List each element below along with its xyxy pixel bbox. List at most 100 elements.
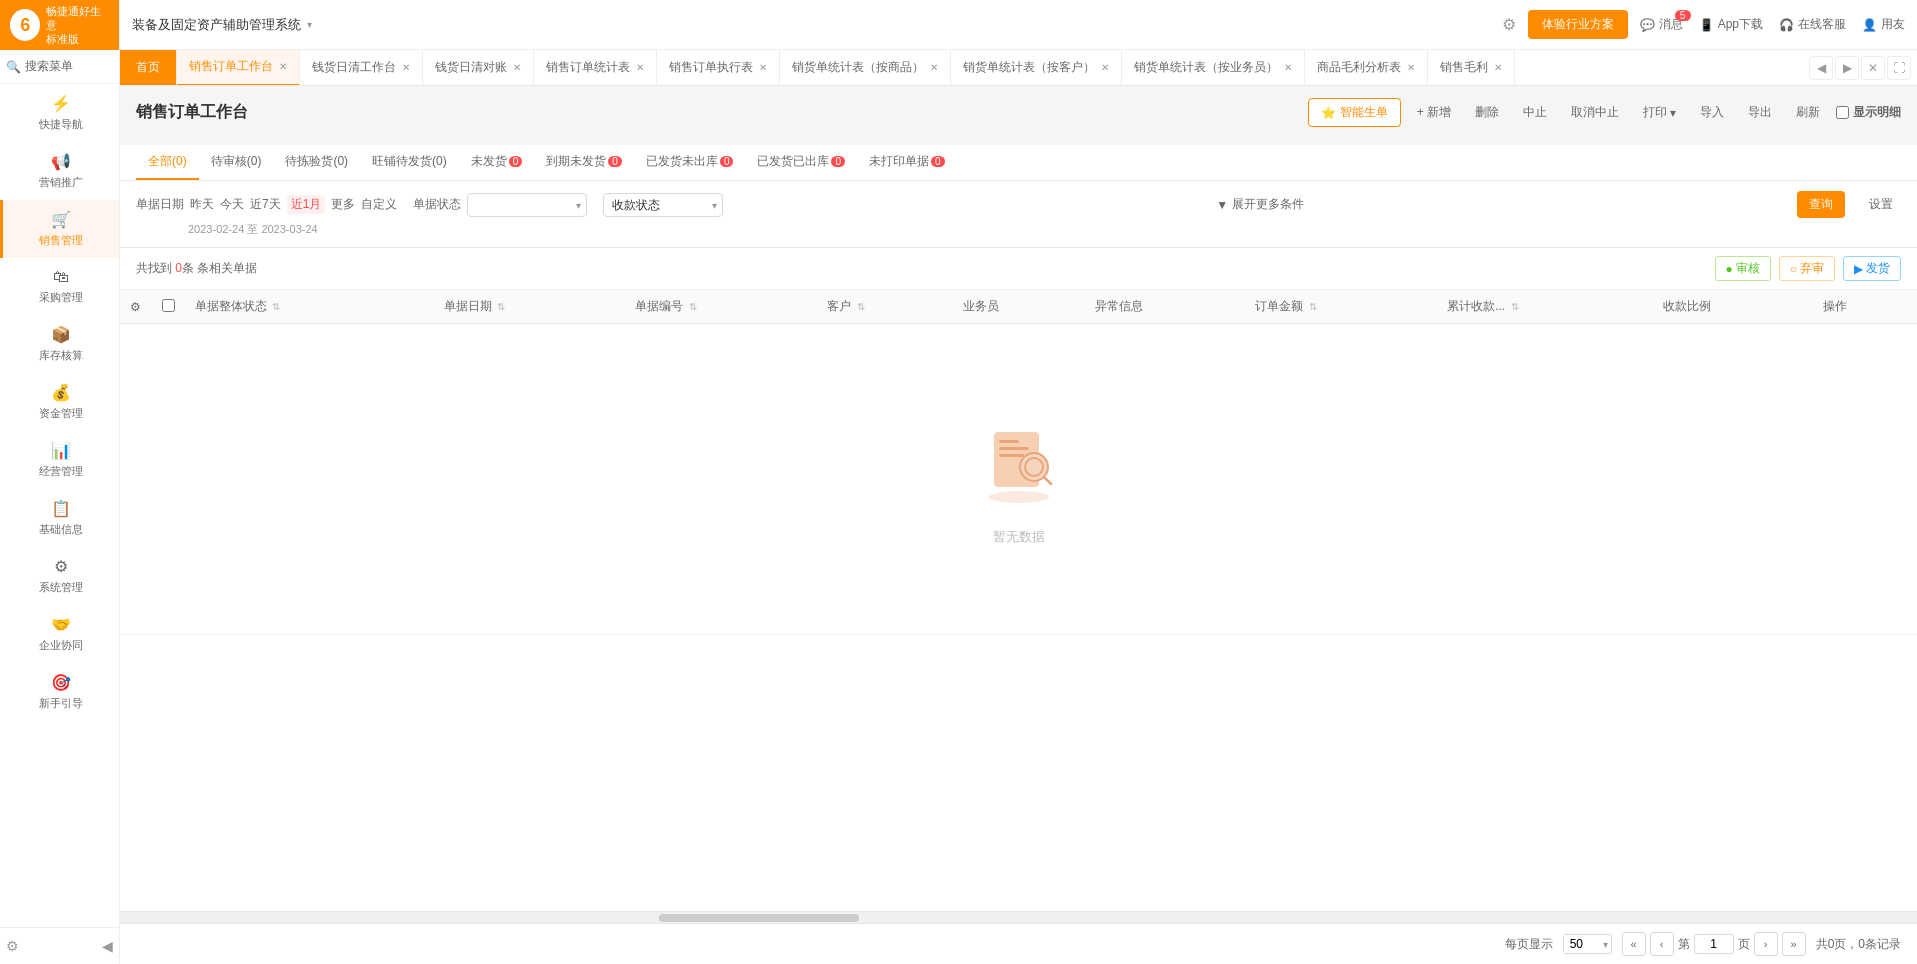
th-settings[interactable]: ⚙ [120,290,152,324]
tab-close-sales-workbench[interactable]: ✕ [279,61,287,72]
subtab-shipped-not-out[interactable]: 已发货未出库0 [634,145,746,180]
th-number[interactable]: 单据编号 ⇅ [625,290,817,324]
subtab-not-shipped[interactable]: 未发货0 [459,145,535,180]
first-page-btn[interactable]: « [1622,932,1646,956]
scroll-thumb[interactable] [659,914,859,922]
query-btn[interactable]: 查询 [1797,191,1845,218]
th-customer[interactable]: 客户 ⇅ [817,290,952,324]
sidebar-item-finance[interactable]: 💰 资金管理 [0,373,119,431]
smart-create-btn[interactable]: ⭐ 智能生单 [1308,98,1401,127]
tab-close-sales-stat-client[interactable]: ✕ [1101,62,1109,73]
sidebar-item-inventory[interactable]: 📦 库存核算 [0,315,119,373]
export-btn[interactable]: 导出 [1740,99,1780,126]
tab-sales-stat-client[interactable]: 销货单统计表（按客户） ✕ [951,50,1122,86]
print-btn[interactable]: 打印 ▾ [1635,99,1684,126]
revoke-action-btn[interactable]: ○ 弃审 [1779,256,1835,281]
tab-close-all[interactable]: ✕ [1861,56,1885,80]
subtab-shipped-out[interactable]: 已发货已出库0 [745,145,857,180]
page-input[interactable] [1694,934,1734,954]
tab-fullscreen[interactable]: ⛶ [1887,56,1911,80]
last-page-btn[interactable]: » [1782,932,1806,956]
th-checkbox[interactable] [152,290,185,324]
tab-sales-stat-goods[interactable]: 销货单统计表（按商品） ✕ [780,50,951,86]
tab-scroll-left[interactable]: ◀ [1809,56,1833,80]
tab-sales-workbench[interactable]: 销售订单工作台 ✕ [177,50,300,86]
filter-row-1: 单据日期 昨天 今天 近7天 近1月 更多 自定义 单据状态 [136,191,1901,218]
next-page-btn[interactable]: › [1754,932,1778,956]
tab-close-sales-profit[interactable]: ✕ [1494,62,1502,73]
import-btn[interactable]: 导入 [1692,99,1732,126]
date-opt-yesterday[interactable]: 昨天 [190,196,214,213]
status-select[interactable] [467,193,587,217]
tab-close-cash-clear[interactable]: ✕ [402,62,410,73]
delete-btn[interactable]: 删除 [1467,99,1507,126]
sidebar-item-operations[interactable]: 📊 经营管理 [0,431,119,489]
sidebar-item-coop[interactable]: 🤝 企业协同 [0,605,119,663]
tab-goods-profit[interactable]: 商品毛利分析表 ✕ [1305,50,1428,86]
tab-sales-profit[interactable]: 销售毛利 ✕ [1428,50,1515,86]
review-action-btn[interactable]: ● 审核 [1715,256,1771,281]
tab-close-goods-profit[interactable]: ✕ [1407,62,1415,73]
sidebar-item-marketing[interactable]: 📢 营销推广 [0,142,119,200]
tab-cash-clear[interactable]: 钱货日清工作台 ✕ [300,50,423,86]
user-menu-btn[interactable]: 👤 用友 [1862,16,1905,33]
tab-cash-goods[interactable]: 钱货日清对账 ✕ [423,50,534,86]
th-amount[interactable]: 订单金额 ⇅ [1245,290,1437,324]
refresh-btn[interactable]: 刷新 [1788,99,1828,126]
payment-select[interactable]: 收款状态 [603,193,723,217]
th-status[interactable]: 单据整体状态 ⇅ [185,290,434,324]
tab-close-sales-stat-staff[interactable]: ✕ [1284,62,1292,73]
sidebar-item-purchase[interactable]: 🛍 采购管理 [0,258,119,315]
tab-sales-exec[interactable]: 销售订单执行表 ✕ [657,50,780,86]
sidebar-item-quick-nav[interactable]: ⚡ 快捷导航 [0,84,119,142]
cancel-stop-btn[interactable]: 取消中止 [1563,99,1627,126]
app-download-btn[interactable]: 📱 App下载 [1699,16,1763,33]
filter-settings-btn[interactable]: 设置 [1861,191,1901,218]
tab-home[interactable]: 首页 [120,50,177,86]
date-opt-more[interactable]: 更多 [331,196,355,213]
subtab-pending-inspect[interactable]: 待拣验货(0) [273,145,360,180]
filter-bar: 单据日期 昨天 今天 近7天 近1月 更多 自定义 单据状态 [120,181,1917,248]
date-opt-7days[interactable]: 近7天 [250,196,281,213]
tab-sales-stat1[interactable]: 销售订单统计表 ✕ [534,50,657,86]
sidebar-search[interactable]: 🔍 搜索菜单 [0,50,119,84]
logo-icon: 6 [10,9,40,41]
collapse-btn[interactable]: ◀ [102,938,113,954]
tab-close-sales-stat-goods[interactable]: ✕ [930,62,938,73]
message-btn[interactable]: 💬 消息 5 [1640,16,1683,33]
show-detail-checkbox[interactable]: 显示明细 [1836,104,1901,121]
ship-action-btn[interactable]: ▶ 发货 [1843,256,1901,281]
tab-scroll-right[interactable]: ▶ [1835,56,1859,80]
date-opt-1month[interactable]: 近1月 [287,195,326,214]
subtab-all[interactable]: 全部(0) [136,145,199,180]
date-opt-custom[interactable]: 自定义 [361,196,397,213]
subtab-expired-not-shipped[interactable]: 到期未发货0 [534,145,634,180]
page-size-select[interactable]: 50 10 20 100 [1563,934,1612,954]
new-btn[interactable]: + 新增 [1409,99,1459,126]
settings-btn[interactable]: ⚙ [6,938,19,954]
sidebar-item-sales[interactable]: 🛒 销售管理 [0,200,119,258]
tab-close-sales-exec[interactable]: ✕ [759,62,767,73]
tab-sales-stat-staff[interactable]: 销货单统计表（按业务员） ✕ [1122,50,1305,86]
stop-btn[interactable]: 中止 [1515,99,1555,126]
sidebar-item-base[interactable]: 📋 基础信息 [0,489,119,547]
subtab-not-printed[interactable]: 未打印单据0 [857,145,957,180]
prev-page-btn[interactable]: ‹ [1650,932,1674,956]
topbar-settings-icon[interactable]: ⚙ [1502,15,1516,34]
sort-number-icon: ⇅ [689,301,697,312]
online-service-btn[interactable]: 🎧 在线客服 [1779,16,1846,33]
th-date[interactable]: 单据日期 ⇅ [434,290,626,324]
detail-checkbox-input[interactable] [1836,106,1849,119]
horizontal-scroll[interactable] [120,911,1917,923]
th-collected[interactable]: 累计收款... ⇅ [1437,290,1653,324]
tab-close-sales-stat1[interactable]: ✕ [636,62,644,73]
subtab-wangpu[interactable]: 旺铺待发货(0) [360,145,459,180]
sidebar-item-system[interactable]: ⚙ 系统管理 [0,547,119,605]
date-opt-today[interactable]: 今天 [220,196,244,213]
select-all-checkbox[interactable] [162,299,175,312]
tab-close-cash-goods[interactable]: ✕ [513,62,521,73]
industry-btn[interactable]: 体验行业方案 [1528,10,1628,39]
subtab-pending-review[interactable]: 待审核(0) [199,145,274,180]
sidebar-item-guide[interactable]: 🎯 新手引导 [0,663,119,721]
filter-expand-btn[interactable]: ▼ 展开更多条件 [1216,196,1304,213]
